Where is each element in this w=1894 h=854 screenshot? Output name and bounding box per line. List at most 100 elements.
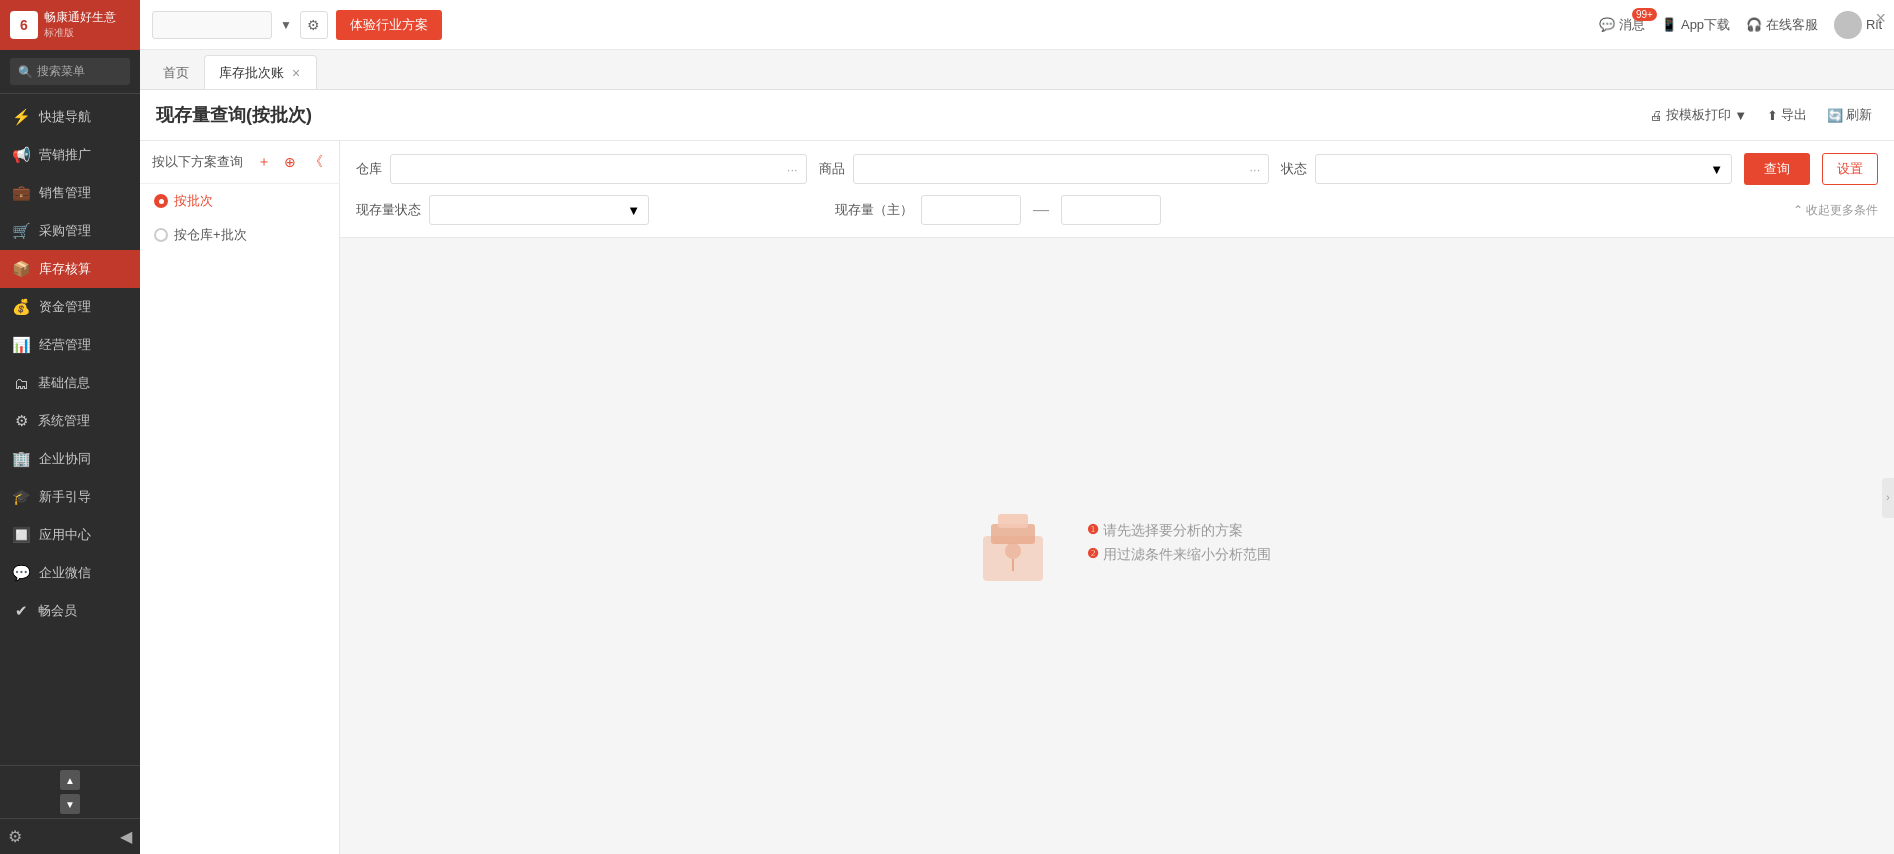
sidebar-item-purchase[interactable]: 🛒 采购管理 — [0, 212, 140, 250]
sidebar-item-quick[interactable]: ⚡ 快捷导航 — [0, 98, 140, 136]
tab-batch-close-button[interactable]: × — [290, 66, 302, 80]
search-menu-button[interactable]: 🔍 搜索菜单 — [10, 58, 130, 85]
sidebar-item-inventory[interactable]: 📦 库存核算 — [0, 250, 140, 288]
refresh-label: 刷新 — [1846, 106, 1872, 124]
content-body: 按以下方案查询 ＋ ⊕ 《 按批次 按仓库+批次 — [140, 141, 1894, 854]
empty-step2: ❷ 用过滤条件来缩小分析范围 — [1087, 546, 1271, 564]
stock-quantity-field: 现存量（主） — — [835, 195, 1302, 225]
sidebar-bottom: ⚙ ◀ — [0, 818, 140, 854]
filter-sidebar: 按以下方案查询 ＋ ⊕ 《 按批次 按仓库+批次 — [140, 141, 340, 854]
filter-radio-inner — [159, 199, 164, 204]
search-icon: 🔍 — [18, 65, 33, 79]
warehouse-input-area[interactable]: ··· — [390, 154, 807, 184]
sidebar-item-apps[interactable]: 🔲 应用中心 — [0, 516, 140, 554]
collapse-button[interactable]: ⌃ 收起更多条件 — [1793, 202, 1878, 219]
apps-icon: 🔲 — [12, 526, 31, 544]
sidebar-item-wechat[interactable]: 💬 企业微信 — [0, 554, 140, 592]
stock-status-select[interactable]: ▼ — [429, 195, 649, 225]
sidebar-item-label-system: 系统管理 — [38, 412, 90, 430]
sidebar-item-label-apps: 应用中心 — [39, 526, 91, 544]
service-icon: 🎧 — [1746, 17, 1762, 32]
sidebar-item-sales[interactable]: 💼 销售管理 — [0, 174, 140, 212]
product-input-area[interactable]: ··· — [853, 154, 1270, 184]
empty-text-area: ❶ 请先选择要分析的方案 ❷ 用过滤条件来缩小分析范围 — [1087, 522, 1271, 570]
stock-quantity-max-input[interactable] — [1061, 195, 1161, 225]
right-collapse-handle[interactable]: › — [1882, 478, 1894, 518]
sidebar-settings-button[interactable]: ⚙ — [8, 827, 22, 846]
sidebar-item-newbie[interactable]: 🎓 新手引导 — [0, 478, 140, 516]
tab-batch-label: 库存批次账 — [219, 64, 284, 82]
warehouse-more-button[interactable]: ··· — [787, 162, 798, 177]
sidebar-item-enterprise[interactable]: 🏢 企业协同 — [0, 440, 140, 478]
stock-quantity-min-input[interactable] — [921, 195, 1021, 225]
sidebar-item-label-finance: 资金管理 — [39, 298, 91, 316]
experience-button[interactable]: 体验行业方案 — [336, 10, 442, 40]
sidebar-title: 畅康通好生意 — [44, 10, 116, 26]
filter-add-button[interactable]: ＋ — [253, 151, 275, 173]
app-download-label: App下载 — [1681, 16, 1730, 34]
empty-state: ❶ 请先选择要分析的方案 ❷ 用过滤条件来缩小分析范围 — [340, 238, 1894, 854]
export-button[interactable]: ⬆ 导出 — [1761, 102, 1813, 128]
export-icon: ⬆ — [1767, 108, 1778, 123]
search-menu-label: 搜索菜单 — [37, 63, 85, 80]
message-badge: 99+ — [1632, 8, 1657, 21]
message-button[interactable]: 💬 消息 99+ — [1599, 16, 1645, 34]
empty-step1-label: 请先选择要分析的方案 — [1103, 522, 1243, 540]
filter-collapse-button[interactable]: 《 — [305, 151, 327, 173]
topbar-right: 💬 消息 99+ 📱 App下载 🎧 在线客服 Rit — [1599, 11, 1882, 39]
filter-item-by-warehouse-batch[interactable]: 按仓库+批次 — [140, 218, 339, 252]
customer-service-button[interactable]: 🎧 在线客服 — [1746, 16, 1818, 34]
message-icon: 💬 — [1599, 17, 1615, 32]
filter-sidebar-actions: ＋ ⊕ 《 — [253, 151, 327, 173]
topbar-search-input[interactable] — [152, 11, 272, 39]
avatar — [1834, 11, 1862, 39]
svg-point-3 — [1005, 543, 1021, 559]
sidebar-brand: 畅康通好生意 标准版 — [44, 10, 116, 40]
purchase-icon: 🛒 — [12, 222, 31, 240]
refresh-icon: 🔄 — [1827, 108, 1843, 123]
print-button[interactable]: 🖨 按模板打印 ▼ — [1644, 102, 1753, 128]
status-field: 状态 ▼ — [1281, 154, 1732, 184]
tab-batch[interactable]: 库存批次账 × — [204, 55, 317, 89]
sidebar-item-system[interactable]: ⚙ 系统管理 — [0, 402, 140, 440]
sidebar-item-label-enterprise: 企业协同 — [39, 450, 91, 468]
query-button[interactable]: 查询 — [1744, 153, 1810, 185]
filter-item-by-batch[interactable]: 按批次 — [140, 184, 339, 218]
app-download-button[interactable]: 📱 App下载 — [1661, 16, 1730, 34]
refresh-button[interactable]: 🔄 刷新 — [1821, 102, 1878, 128]
filter-radio-by-warehouse-batch — [154, 228, 168, 242]
filter-radio-by-batch — [154, 194, 168, 208]
product-field: 商品 ··· — [819, 154, 1270, 184]
main-area: ▼ ⚙ 体验行业方案 💬 消息 99+ 📱 App下载 🎧 在线客服 Rit — [140, 0, 1894, 854]
topbar-settings-button[interactable]: ⚙ — [300, 11, 328, 39]
scroll-down-button[interactable]: ▼ — [60, 794, 80, 814]
settings-button[interactable]: 设置 — [1822, 153, 1878, 185]
app-icon: 📱 — [1661, 17, 1677, 32]
sidebar-item-label-newbie: 新手引导 — [39, 488, 91, 506]
sidebar-item-marketing[interactable]: 📢 营销推广 — [0, 136, 140, 174]
filter-label-by-batch: 按批次 — [174, 192, 213, 210]
tab-home[interactable]: 首页 — [148, 55, 204, 89]
topbar-dropdown-button[interactable]: ▼ — [280, 18, 292, 32]
status-select[interactable]: ▼ — [1315, 154, 1732, 184]
page-title: 现存量查询(按批次) — [156, 103, 312, 127]
scroll-up-button[interactable]: ▲ — [60, 770, 80, 790]
sidebar-item-operation[interactable]: 📊 经营管理 — [0, 326, 140, 364]
sidebar-item-member[interactable]: ✔ 畅会员 — [0, 592, 140, 630]
filter-settings-button[interactable]: ⊕ — [279, 151, 301, 173]
sidebar-item-finance[interactable]: 💰 资金管理 — [0, 288, 140, 326]
main-content: 仓库 ··· 商品 ··· 状态 — [340, 141, 1894, 854]
product-more-button[interactable]: ··· — [1250, 162, 1261, 177]
sidebar-item-label-wechat: 企业微信 — [39, 564, 91, 582]
filter-header-label: 按以下方案查询 — [152, 153, 243, 171]
stock-status-label: 现存量状态 — [356, 201, 421, 219]
sidebar-subtitle: 标准版 — [44, 26, 116, 40]
quick-icon: ⚡ — [12, 108, 31, 126]
operation-icon: 📊 — [12, 336, 31, 354]
sidebar-item-label-quick: 快捷导航 — [39, 108, 91, 126]
sidebar-item-basic[interactable]: 🗂 基础信息 — [0, 364, 140, 402]
marketing-icon: 📢 — [12, 146, 31, 164]
sidebar-collapse-button[interactable]: ◀ — [120, 827, 132, 846]
empty-step2-label: 用过滤条件来缩小分析范围 — [1103, 546, 1271, 564]
logo-text: 6 — [20, 17, 28, 33]
